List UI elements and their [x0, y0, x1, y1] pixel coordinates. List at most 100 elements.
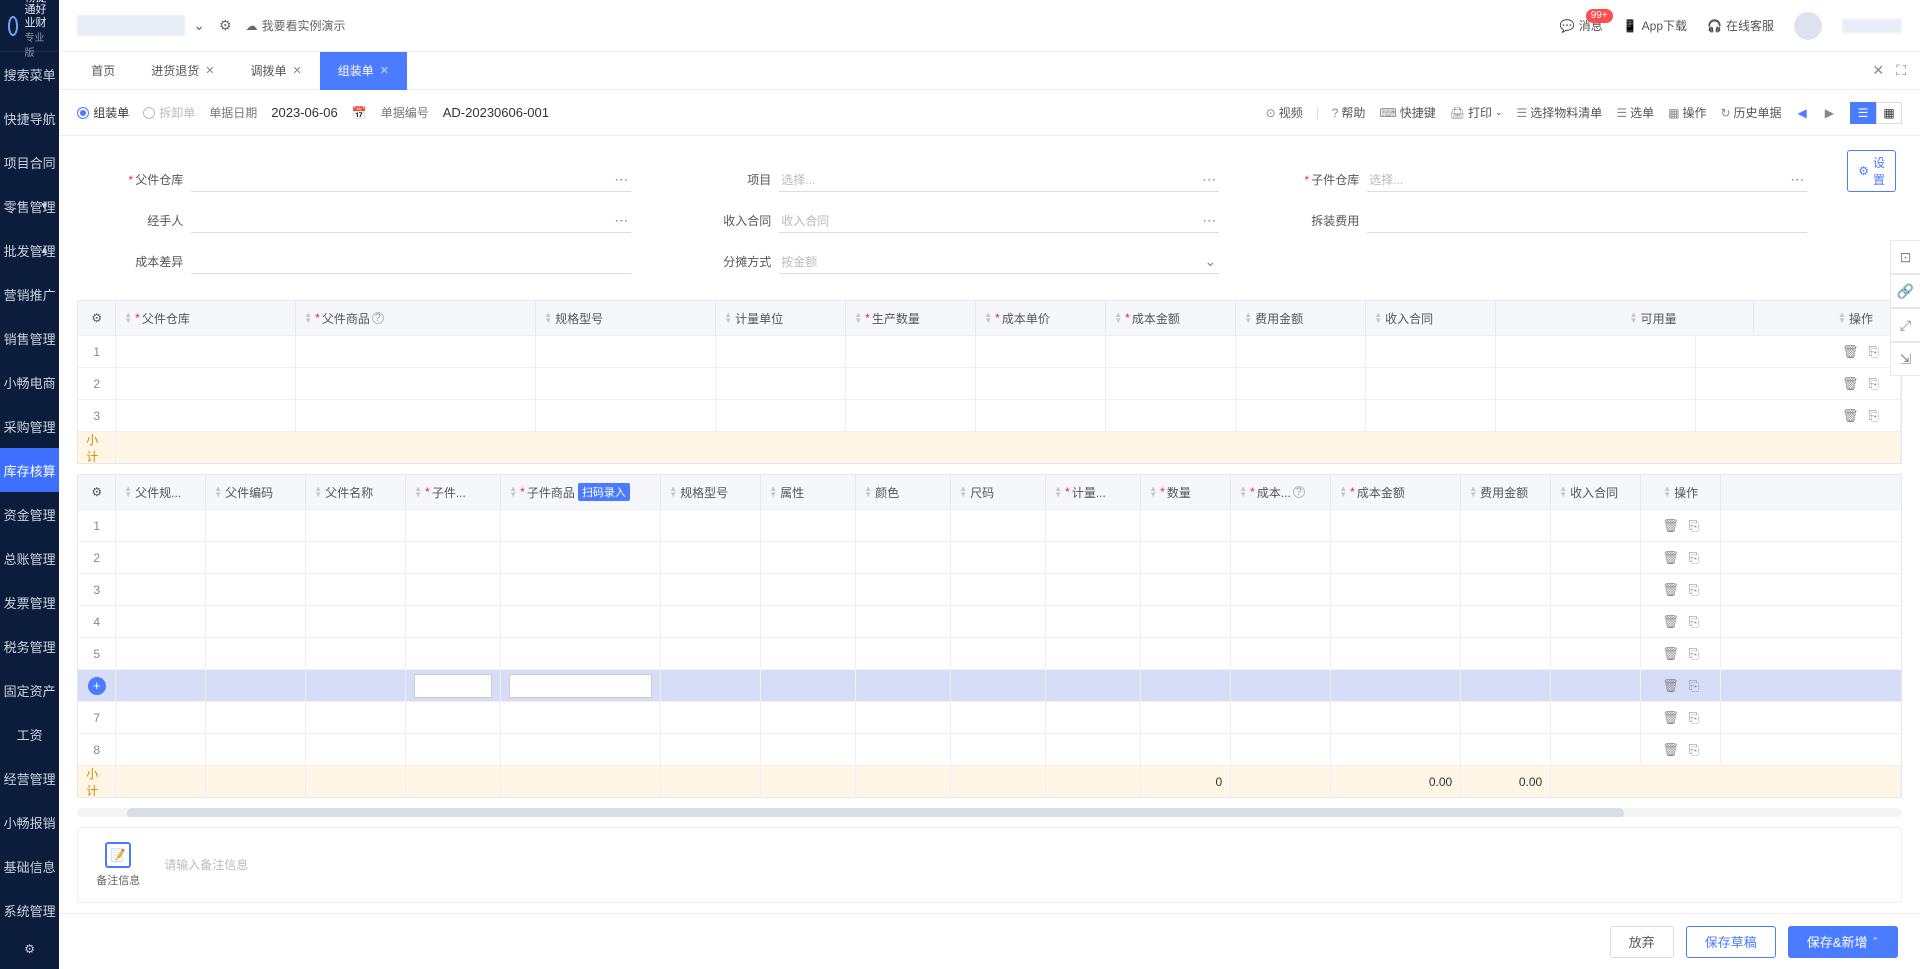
delete-icon[interactable]: 🗑: [1662, 646, 1679, 662]
sidebar-item[interactable]: 发票管理: [0, 580, 59, 624]
more-icon[interactable]: ⋯: [614, 171, 629, 188]
table-row[interactable]: 1🗑⎘: [78, 335, 1901, 367]
rail-help-button[interactable]: ⊡: [1890, 240, 1920, 274]
column-header[interactable]: ▲▼收入合同: [1366, 301, 1496, 335]
delete-icon[interactable]: 🗑: [1662, 678, 1679, 694]
sidebar-item[interactable]: 系统管理: [0, 888, 59, 929]
more-icon[interactable]: ⋯: [614, 212, 629, 229]
more-icon[interactable]: ⋯: [1790, 171, 1805, 188]
column-header[interactable]: ▲▼费用金额: [1461, 475, 1551, 509]
delete-icon[interactable]: 🗑: [1662, 582, 1679, 598]
close-icon[interactable]: ✕: [205, 64, 214, 77]
settings-button[interactable]: ⚙设置: [1847, 150, 1896, 192]
save-draft-button[interactable]: 保存草稿: [1686, 926, 1776, 958]
cell-input[interactable]: [509, 674, 652, 698]
delete-icon[interactable]: 🗑: [1842, 376, 1859, 392]
operate-link[interactable]: ▦操作: [1668, 104, 1706, 121]
sidebar-item[interactable]: 资金管理: [0, 492, 59, 536]
column-header[interactable]: ▲▼属性: [761, 475, 856, 509]
delete-icon[interactable]: 🗑: [1662, 710, 1679, 726]
copy-icon[interactable]: ⎘: [1869, 344, 1879, 360]
prev-doc-icon[interactable]: ◀: [1796, 106, 1809, 120]
select-material-link[interactable]: ☰选择物料清单: [1517, 104, 1603, 121]
table-settings-icon[interactable]: ⚙: [78, 301, 116, 335]
sidebar-item[interactable]: 采购管理: [0, 404, 59, 448]
close-icon[interactable]: ✕: [380, 64, 389, 77]
sidebar-item[interactable]: 基础信息: [0, 844, 59, 888]
delete-icon[interactable]: 🗑: [1662, 614, 1679, 630]
gear-icon[interactable]: ⚙: [219, 17, 232, 34]
column-header[interactable]: ▲▼*生产数量: [846, 301, 976, 335]
sidebar-item[interactable]: 搜索菜单: [0, 52, 59, 96]
table-row[interactable]: 7🗑⎘: [78, 701, 1901, 733]
tab[interactable]: 调拨单✕: [232, 52, 319, 90]
table-row[interactable]: 3🗑⎘: [78, 399, 1901, 431]
column-header[interactable]: ▲▼*成本金额: [1106, 301, 1236, 335]
calendar-icon[interactable]: 📅: [352, 106, 367, 120]
online-service-link[interactable]: 🎧 在线客服: [1707, 17, 1774, 34]
settings-gear[interactable]: ⚙: [0, 929, 59, 969]
copy-icon[interactable]: ⎘: [1689, 646, 1699, 662]
chevron-down-icon[interactable]: ⌄: [1204, 253, 1217, 270]
discard-button[interactable]: 放弃: [1610, 926, 1674, 958]
column-header[interactable]: ▲▼费用金额: [1236, 301, 1366, 335]
column-header[interactable]: ▲▼可用量: [1554, 301, 1754, 335]
cell-input[interactable]: [414, 674, 492, 698]
column-header[interactable]: ▲▼*成本单价: [976, 301, 1106, 335]
sidebar-item[interactable]: 总账管理: [0, 536, 59, 580]
column-header[interactable]: ▲▼父件名称: [306, 475, 406, 509]
sidebar-item[interactable]: 零售管理▼: [0, 184, 59, 228]
history-link[interactable]: ↻历史单据: [1720, 104, 1781, 121]
horizontal-scrollbar[interactable]: [77, 808, 1902, 817]
column-header[interactable]: ▲▼*父件仓库: [116, 301, 296, 335]
assembly-fee-input[interactable]: [1367, 210, 1807, 233]
column-header[interactable]: ▲▼*子件...: [406, 475, 501, 509]
more-icon[interactable]: ⋯: [1202, 171, 1217, 188]
column-header[interactable]: ▲▼父件规...: [116, 475, 206, 509]
copy-icon[interactable]: ⎘: [1689, 678, 1699, 694]
column-header[interactable]: ▲▼*父件商品?: [296, 301, 536, 335]
video-link[interactable]: ⊙视频: [1266, 104, 1303, 121]
fullscreen-icon[interactable]: ⛶: [1896, 62, 1906, 79]
sidebar-item[interactable]: 税务管理: [0, 624, 59, 668]
tab[interactable]: 首页: [73, 52, 133, 90]
column-header[interactable]: ▲▼父件编码: [206, 475, 306, 509]
sidebar-item[interactable]: 销售管理: [0, 316, 59, 360]
column-header[interactable]: ▲▼尺码: [951, 475, 1046, 509]
app-download-link[interactable]: 📱 App下载: [1623, 17, 1687, 34]
parent-warehouse-input[interactable]: [191, 169, 631, 192]
column-header[interactable]: ▲▼规格型号: [661, 475, 761, 509]
delete-icon[interactable]: 🗑: [1842, 344, 1859, 360]
sidebar-item[interactable]: 工资: [0, 712, 59, 756]
project-input[interactable]: [779, 169, 1219, 192]
rail-expand-button[interactable]: ⤢: [1890, 308, 1920, 342]
income-contract-input[interactable]: [779, 210, 1219, 233]
table-row[interactable]: 3🗑⎘: [78, 573, 1901, 605]
delete-icon[interactable]: 🗑: [1662, 550, 1679, 566]
close-icon[interactable]: ✕: [292, 64, 301, 77]
tab[interactable]: 进货退货✕: [133, 52, 232, 90]
allocate-method-select[interactable]: [779, 251, 1219, 274]
more-icon[interactable]: ⋯: [1202, 212, 1217, 229]
handler-input[interactable]: [191, 210, 631, 233]
doc-date-value[interactable]: 2023-06-06: [271, 105, 338, 120]
tab[interactable]: 组装单✕: [320, 52, 407, 90]
sidebar-item[interactable]: 项目合同: [0, 140, 59, 184]
copy-icon[interactable]: ⎘: [1689, 742, 1699, 758]
radio-dismantle[interactable]: 拆卸单: [143, 104, 195, 121]
select-order-link[interactable]: ☰选单: [1616, 104, 1654, 121]
table-row[interactable]: 4🗑⎘: [78, 605, 1901, 637]
sidebar-item[interactable]: 小畅电商: [0, 360, 59, 404]
demo-link[interactable]: ☁ 我要看实例演示: [246, 17, 346, 34]
copy-icon[interactable]: ⎘: [1689, 518, 1699, 534]
table-row[interactable]: 5🗑⎘: [78, 637, 1901, 669]
sidebar-item[interactable]: 小畅报销: [0, 800, 59, 844]
rail-attachment-button[interactable]: 🔗: [1890, 274, 1920, 308]
copy-icon[interactable]: ⎘: [1689, 550, 1699, 566]
copy-icon[interactable]: ⎘: [1869, 376, 1879, 392]
scan-tag[interactable]: 扫码录入: [578, 483, 630, 501]
column-header[interactable]: ▲▼*成本金额: [1331, 475, 1461, 509]
remarks-input[interactable]: [164, 858, 1883, 872]
close-all-icon[interactable]: ✕: [1872, 62, 1884, 79]
shortcut-link[interactable]: ⌨快捷键: [1379, 104, 1435, 121]
